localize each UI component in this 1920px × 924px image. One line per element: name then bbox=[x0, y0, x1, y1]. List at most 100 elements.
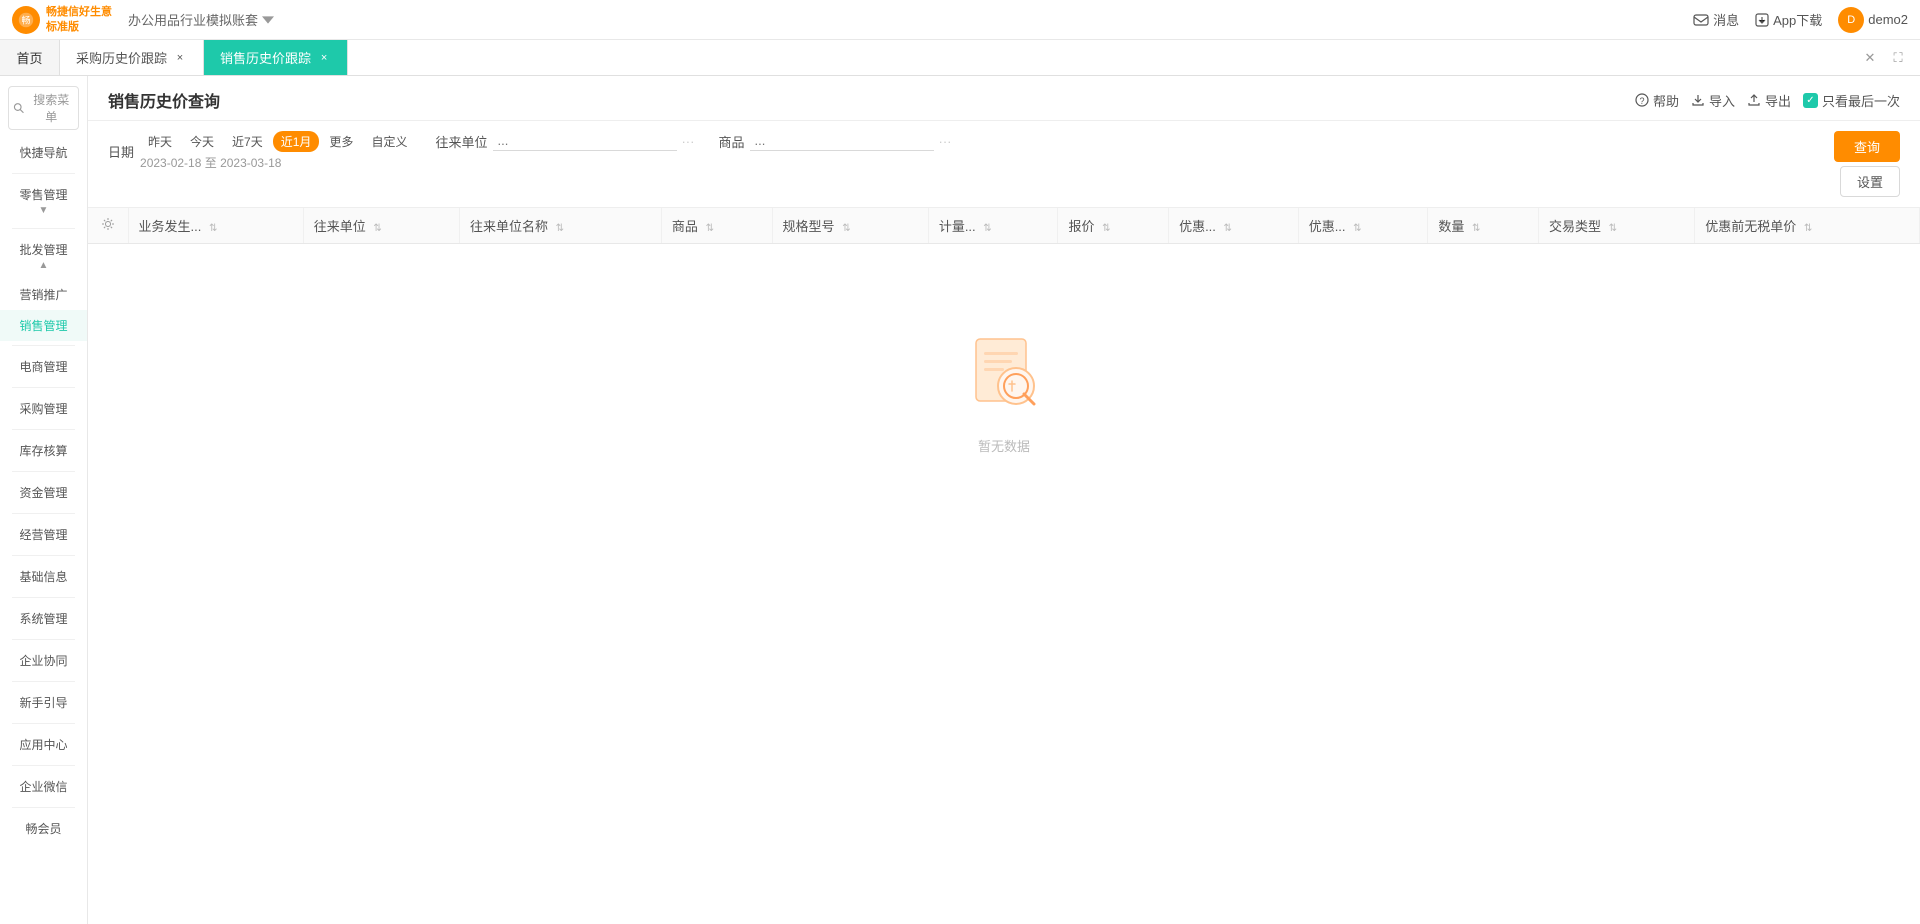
sidebar-item-retail[interactable]: 零售管理 ▼ bbox=[0, 178, 87, 224]
close-tab-btn[interactable]: ✕ bbox=[1860, 48, 1880, 68]
user-menu[interactable]: D demo2 bbox=[1838, 7, 1908, 33]
topbar-right: 消息 App下载 D demo2 bbox=[1693, 7, 1908, 33]
table-header-row: 业务发生... ⇅ 往来单位 ⇅ 往来单位名称 ⇅ 商品 bbox=[88, 208, 1920, 244]
sidebar-item-basic-info[interactable]: 基础信息 bbox=[0, 560, 87, 593]
filter-bar: 日期 昨天 今天 近7天 近1月 更多 自定义 2023-02-18 至 202… bbox=[88, 121, 1920, 208]
date-opt-7days[interactable]: 近7天 bbox=[224, 131, 271, 152]
divider-1 bbox=[12, 173, 75, 174]
partner-dots-icon[interactable]: ··· bbox=[681, 134, 694, 149]
partner-filter-label: 往来单位 bbox=[435, 132, 487, 151]
col-partner-name-label: 往来单位名称 bbox=[470, 219, 548, 234]
col-biz-date[interactable]: 业务发生... ⇅ bbox=[128, 208, 303, 244]
export-btn[interactable]: 导出 bbox=[1747, 91, 1791, 110]
wholesale-arrow-icon: ▲ bbox=[39, 260, 49, 271]
sidebar-item-marketing[interactable]: 营销推广 bbox=[0, 279, 87, 310]
avatar: D bbox=[1838, 7, 1864, 33]
query-btn[interactable]: 查询 bbox=[1834, 131, 1900, 162]
search-menu-btn[interactable]: 搜索菜单 bbox=[8, 86, 79, 130]
divider-12 bbox=[12, 723, 75, 724]
enterprise-collab-label: 企业协同 bbox=[19, 652, 67, 669]
help-btn[interactable]: ? 帮助 bbox=[1635, 91, 1679, 110]
col-partner-name[interactable]: 往来单位名称 ⇅ bbox=[460, 208, 662, 244]
svg-text:?: ? bbox=[1639, 96, 1644, 106]
col-price[interactable]: 报价 ⇅ bbox=[1058, 208, 1169, 244]
col-discount1-sort-icon: ⇅ bbox=[1224, 223, 1232, 234]
col-partner-code-label: 往来单位 bbox=[314, 219, 366, 234]
col-product-label: 商品 bbox=[672, 219, 698, 234]
sidebar-item-new-guide[interactable]: 新手引导 bbox=[0, 686, 87, 719]
setting-btn[interactable]: 设置 bbox=[1840, 166, 1900, 197]
tab-purchase-history[interactable]: 采购历史价跟踪 × bbox=[60, 40, 204, 75]
date-opt-more[interactable]: 更多 bbox=[321, 131, 361, 152]
sidebar-search: 搜索菜单 bbox=[0, 76, 87, 136]
sidebar-item-system[interactable]: 系统管理 bbox=[0, 602, 87, 635]
wholesale-label: 批发管理 bbox=[19, 241, 67, 258]
product-dots-icon[interactable]: ··· bbox=[938, 134, 951, 149]
only-last-checkbox[interactable]: 只看最后一次 bbox=[1803, 91, 1900, 110]
message-btn[interactable]: 消息 bbox=[1693, 10, 1739, 29]
divider-5 bbox=[12, 429, 75, 430]
page-header: 销售历史价查询 ? 帮助 导入 导出 只看最后一次 bbox=[88, 76, 1920, 121]
member-label: 畅会员 bbox=[25, 820, 61, 837]
product-filter: 商品 ··· bbox=[718, 131, 955, 151]
col-no-tax-price[interactable]: 优惠前无税单价 ⇅ bbox=[1695, 208, 1920, 244]
product-input[interactable] bbox=[750, 131, 934, 151]
sidebar-item-wholesale[interactable]: 批发管理 ▲ bbox=[0, 233, 87, 279]
col-trade-type[interactable]: 交易类型 ⇅ bbox=[1538, 208, 1694, 244]
date-options: 昨天 今天 近7天 近1月 更多 自定义 bbox=[140, 131, 415, 152]
system-label: 系统管理 bbox=[19, 610, 67, 627]
date-opt-today[interactable]: 今天 bbox=[182, 131, 222, 152]
tab-purchase-close[interactable]: × bbox=[173, 51, 187, 65]
divider-6 bbox=[12, 471, 75, 472]
col-discount1[interactable]: 优惠... ⇅ bbox=[1169, 208, 1299, 244]
sidebar-item-sales-mgmt[interactable]: 销售管理 bbox=[0, 310, 87, 341]
col-discount2[interactable]: 优惠... ⇅ bbox=[1298, 208, 1428, 244]
sidebar-item-member[interactable]: 畅会员 bbox=[0, 812, 87, 845]
date-opt-yesterday[interactable]: 昨天 bbox=[140, 131, 180, 152]
tab-sales-close[interactable]: × bbox=[317, 51, 331, 65]
operation-label: 经营管理 bbox=[19, 526, 67, 543]
partner-input[interactable] bbox=[493, 131, 677, 151]
message-label: 消息 bbox=[1713, 10, 1739, 29]
logo-icon: 畅 bbox=[12, 6, 40, 34]
divider-8 bbox=[12, 555, 75, 556]
date-filter: 日期 昨天 今天 近7天 近1月 更多 自定义 2023-02-18 至 202… bbox=[108, 131, 415, 171]
col-unit[interactable]: 计量... ⇅ bbox=[928, 208, 1058, 244]
logo-area: 畅 畅捷信好生意 标准版 bbox=[12, 5, 112, 34]
app-download-btn[interactable]: App下载 bbox=[1755, 10, 1822, 29]
finance-label: 资金管理 bbox=[19, 484, 67, 501]
empty-state: 暂无数据 bbox=[88, 244, 1920, 535]
sidebar-item-app-center[interactable]: 应用中心 bbox=[0, 728, 87, 761]
sidebar-item-inventory[interactable]: 库存核算 bbox=[0, 434, 87, 467]
sidebar-item-quick-nav[interactable]: 快捷导航 bbox=[0, 136, 87, 169]
date-opt-custom[interactable]: 自定义 bbox=[363, 131, 415, 152]
sidebar-item-enterprise-wechat[interactable]: 企业微信 bbox=[0, 770, 87, 803]
app-selector[interactable]: 办公用品行业模拟账套 bbox=[120, 10, 282, 29]
tab-sales-history[interactable]: 销售历史价跟踪 × bbox=[204, 40, 348, 75]
maximize-btn[interactable]: ⛶ bbox=[1888, 48, 1908, 68]
col-price-label: 报价 bbox=[1068, 219, 1094, 234]
col-product[interactable]: 商品 ⇅ bbox=[661, 208, 772, 244]
tab-home[interactable]: 首页 bbox=[0, 40, 60, 75]
col-settings[interactable] bbox=[88, 208, 128, 244]
tab-home-label: 首页 bbox=[16, 48, 42, 67]
col-spec[interactable]: 规格型号 ⇅ bbox=[772, 208, 928, 244]
divider-9 bbox=[12, 597, 75, 598]
topbar: 畅 畅捷信好生意 标准版 办公用品行业模拟账套 消息 App下载 D demo2 bbox=[0, 0, 1920, 40]
table-head: 业务发生... ⇅ 往来单位 ⇅ 往来单位名称 ⇅ 商品 bbox=[88, 208, 1920, 244]
import-btn[interactable]: 导入 bbox=[1691, 91, 1735, 110]
sidebar-item-finance[interactable]: 资金管理 bbox=[0, 476, 87, 509]
sidebar-item-enterprise-collab[interactable]: 企业协同 bbox=[0, 644, 87, 677]
data-table: 业务发生... ⇅ 往来单位 ⇅ 往来单位名称 ⇅ 商品 bbox=[88, 208, 1920, 244]
col-partner-code[interactable]: 往来单位 ⇅ bbox=[303, 208, 459, 244]
product-input-area: ··· bbox=[750, 131, 955, 151]
sidebar-item-operation[interactable]: 经营管理 bbox=[0, 518, 87, 551]
page-header-actions: ? 帮助 导入 导出 只看最后一次 bbox=[1635, 91, 1900, 110]
empty-text: 暂无数据 bbox=[978, 436, 1030, 455]
col-quantity[interactable]: 数量 ⇅ bbox=[1428, 208, 1539, 244]
col-no-tax-price-sort-icon: ⇅ bbox=[1804, 223, 1812, 234]
sidebar-item-purchase[interactable]: 采购管理 bbox=[0, 392, 87, 425]
date-opt-1month[interactable]: 近1月 bbox=[273, 131, 320, 152]
col-partner-sort-icon: ⇅ bbox=[373, 223, 381, 234]
sidebar-item-ecommerce[interactable]: 电商管理 bbox=[0, 350, 87, 383]
